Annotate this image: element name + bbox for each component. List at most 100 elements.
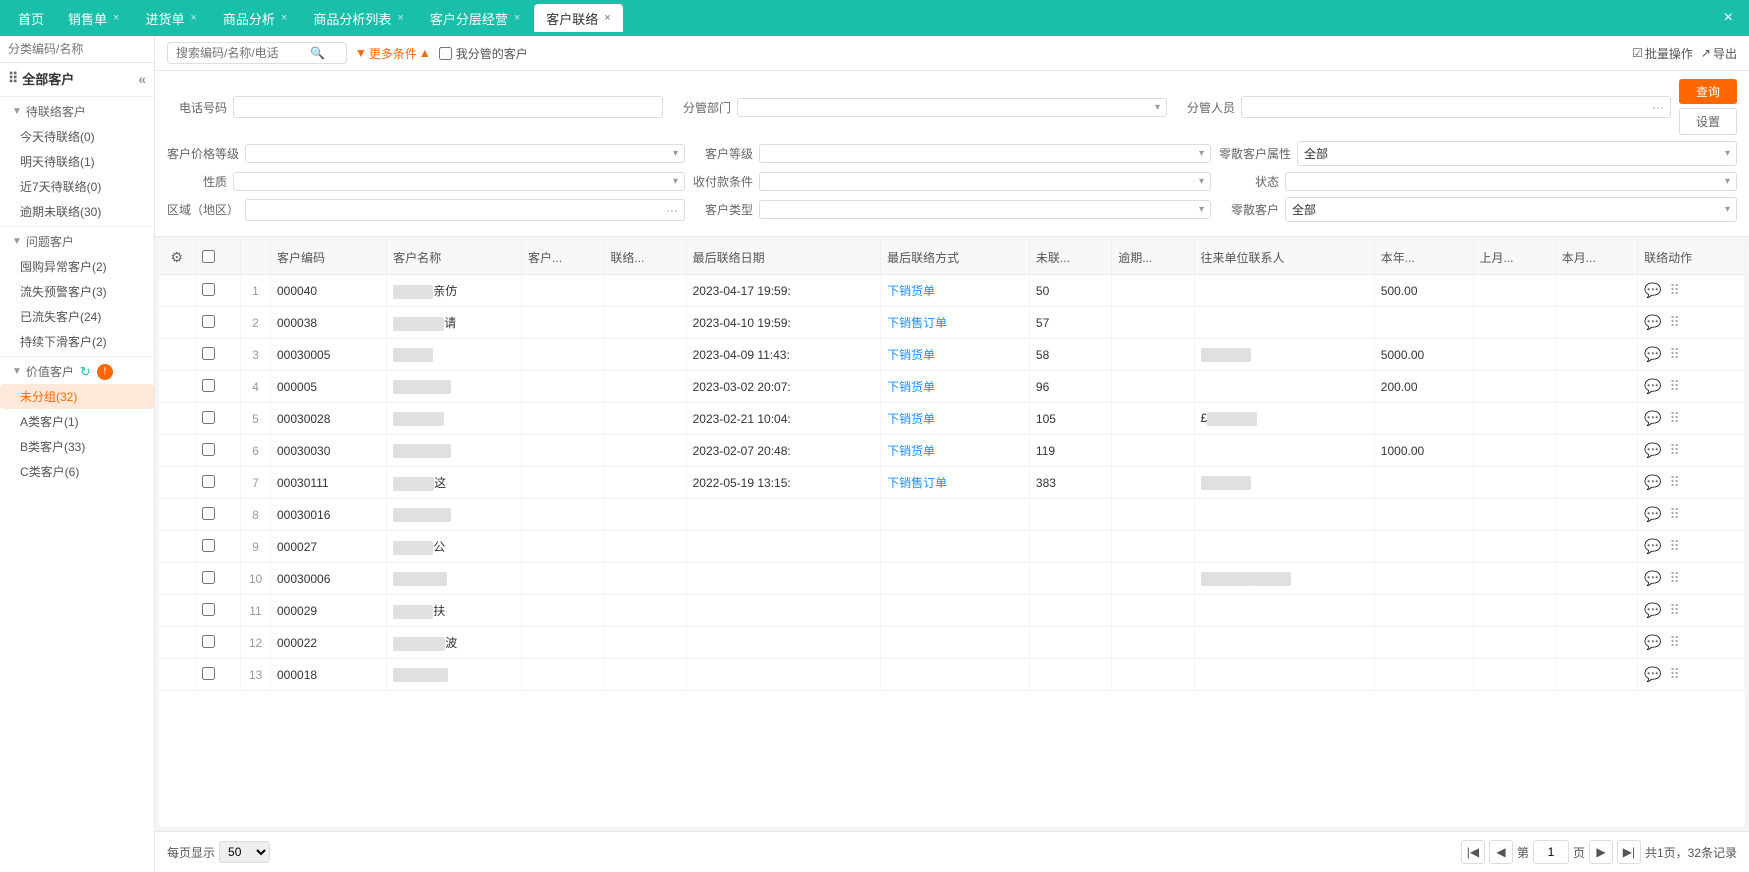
row-checkbox[interactable] — [202, 603, 215, 616]
sidebar-item-churned[interactable]: 已流失客户(24) — [0, 304, 154, 329]
contact-col-header[interactable]: 联络... — [604, 241, 686, 275]
more-action-icon[interactable]: ⠿ — [1670, 474, 1680, 491]
close-icon[interactable]: × — [514, 12, 520, 24]
refresh-icon[interactable]: ↻ — [80, 364, 91, 380]
more-action-icon[interactable]: ⠿ — [1670, 634, 1680, 651]
row-checkbox[interactable] — [202, 315, 215, 328]
more-action-icon[interactable]: ⠿ — [1670, 506, 1680, 523]
row-checkbox[interactable] — [202, 411, 215, 424]
more-action-icon[interactable]: ⠿ — [1670, 570, 1680, 587]
last-contact-method-cell[interactable]: 下销售订单 — [881, 467, 1030, 499]
more-action-icon[interactable]: ⠿ — [1670, 346, 1680, 363]
sidebar-group-pending[interactable]: ▼ 待联络客户 — [0, 99, 154, 124]
last-contact-method-cell[interactable]: 下销货单 — [881, 339, 1030, 371]
close-icon[interactable]: × — [281, 12, 287, 24]
checkbox-cell[interactable] — [195, 627, 241, 659]
nav-tab-customer-tier[interactable]: 客户分层经营 × — [418, 4, 532, 32]
dots-icon[interactable]: ··· — [1652, 100, 1664, 114]
checkbox-cell[interactable] — [195, 371, 241, 403]
close-icon[interactable]: × — [397, 12, 403, 24]
nav-tab-customer-contact[interactable]: 客户联络 × — [534, 4, 622, 32]
name-col-header[interactable]: 客户名称 — [387, 241, 522, 275]
customer-type-select[interactable]: ▾ — [759, 200, 1211, 219]
sidebar-search-input[interactable] — [8, 42, 155, 56]
more-action-icon[interactable]: ⠿ — [1670, 282, 1680, 299]
last-contact-method-cell[interactable] — [881, 563, 1030, 595]
settings-icon[interactable]: ⚙ — [170, 249, 183, 265]
sidebar-item-c-class[interactable]: C类客户(6) — [0, 459, 154, 484]
checkbox-cell[interactable] — [195, 435, 241, 467]
more-action-icon[interactable]: ⠿ — [1670, 378, 1680, 395]
checkbox-cell[interactable] — [195, 531, 241, 563]
contact-method-link[interactable]: 下销货单 — [887, 348, 935, 362]
export-btn[interactable]: ↗ 导出 — [1701, 45, 1737, 62]
sidebar-item-abnormal[interactable]: 囤购异常客户(2) — [0, 254, 154, 279]
next-page-btn[interactable]: ▶ — [1589, 840, 1613, 864]
more-action-icon[interactable]: ⠿ — [1670, 410, 1680, 427]
contact-action-icon[interactable]: 💬 — [1644, 538, 1661, 555]
sidebar-item-7days[interactable]: 近7天待联络(0) — [0, 174, 154, 199]
last-contact-method-cell[interactable] — [881, 627, 1030, 659]
contact-action-icon[interactable]: 💬 — [1644, 442, 1661, 459]
nav-tab-product-list[interactable]: 商品分析列表 × — [301, 4, 415, 32]
dots-icon[interactable]: ··· — [666, 203, 678, 217]
row-checkbox[interactable] — [202, 283, 215, 296]
sidebar-item-today[interactable]: 今天待联络(0) — [0, 124, 154, 149]
contact-action-icon[interactable]: 💬 — [1644, 602, 1661, 619]
sidebar-item-declining[interactable]: 持续下滑客户(2) — [0, 329, 154, 354]
filter-search-box[interactable]: 🔍 — [167, 42, 347, 64]
my-customers-checkbox[interactable] — [439, 47, 452, 60]
last-contact-method-cell[interactable]: 下销售订单 — [881, 307, 1030, 339]
retail-customer-select[interactable]: 全部 ▾ — [1285, 197, 1737, 222]
checkbox-cell[interactable] — [195, 563, 241, 595]
sidebar-item-b-class[interactable]: B类客户(33) — [0, 434, 154, 459]
checkbox-cell[interactable] — [195, 403, 241, 435]
row-checkbox[interactable] — [202, 667, 215, 680]
contact-method-link[interactable]: 下销售订单 — [887, 476, 947, 490]
this-month-col-header[interactable]: 本月... — [1555, 241, 1637, 275]
more-action-icon[interactable]: ⠿ — [1670, 314, 1680, 331]
checkbox-cell[interactable] — [195, 339, 241, 371]
contact-method-link[interactable]: 下销货单 — [887, 284, 935, 298]
type-col-header[interactable]: 客户... — [522, 241, 604, 275]
last-contact-method-cell[interactable] — [881, 595, 1030, 627]
sidebar-item-churn-warning[interactable]: 流失预警客户(3) — [0, 279, 154, 304]
customer-level-select[interactable]: ▾ — [759, 144, 1211, 163]
phone-input[interactable] — [233, 96, 663, 118]
sidebar-item-overdue[interactable]: 逾期未联络(30) — [0, 199, 154, 224]
unit-contact-col-header[interactable]: 往来单位联系人 — [1194, 241, 1374, 275]
dept-select[interactable]: ▾ — [737, 98, 1167, 117]
page-number-input[interactable] — [1533, 840, 1569, 864]
row-checkbox[interactable] — [202, 347, 215, 360]
contact-method-link[interactable]: 下销货单 — [887, 412, 935, 426]
collapse-icon[interactable]: « — [138, 71, 146, 87]
checkbox-cell[interactable] — [195, 595, 241, 627]
reset-button[interactable]: 设置 — [1679, 108, 1737, 135]
region-select[interactable]: ··· — [245, 199, 685, 221]
checkbox-cell[interactable] — [195, 307, 241, 339]
contact-action-icon[interactable]: 💬 — [1644, 570, 1661, 587]
contact-action-icon[interactable]: 💬 — [1644, 666, 1661, 683]
row-checkbox[interactable] — [202, 379, 215, 392]
row-checkbox[interactable] — [202, 443, 215, 456]
last-contact-method-cell[interactable] — [881, 659, 1030, 691]
last-page-btn[interactable]: ▶| — [1617, 840, 1641, 864]
payment-select[interactable]: ▾ — [759, 172, 1211, 191]
last-contact-method-cell[interactable]: 下销货单 — [881, 275, 1030, 307]
contact-method-link[interactable]: 下销货单 — [887, 380, 935, 394]
last-month-col-header[interactable]: 上月... — [1473, 241, 1555, 275]
last-contact-method-cell[interactable] — [881, 499, 1030, 531]
sidebar-group-problem[interactable]: ▼ 问题客户 — [0, 229, 154, 254]
row-checkbox[interactable] — [202, 571, 215, 584]
checkbox-cell[interactable] — [195, 275, 241, 307]
row-checkbox[interactable] — [202, 507, 215, 520]
overdue-col-header[interactable]: 逾期... — [1112, 241, 1194, 275]
sidebar-group-value[interactable]: ▼ 价值客户 ↻ ! — [0, 359, 154, 384]
contact-method-link[interactable]: 下销货单 — [887, 444, 935, 458]
nav-tab-product-analysis[interactable]: 商品分析 × — [211, 4, 299, 32]
nav-home[interactable]: 首页 — [8, 9, 54, 28]
more-action-icon[interactable]: ⠿ — [1670, 666, 1680, 683]
code-col-header[interactable]: 客户编码 — [271, 241, 387, 275]
last-contact-date-col-header[interactable]: 最后联络日期 — [686, 241, 880, 275]
retail-attr-select[interactable]: 全部 ▾ — [1297, 141, 1737, 166]
